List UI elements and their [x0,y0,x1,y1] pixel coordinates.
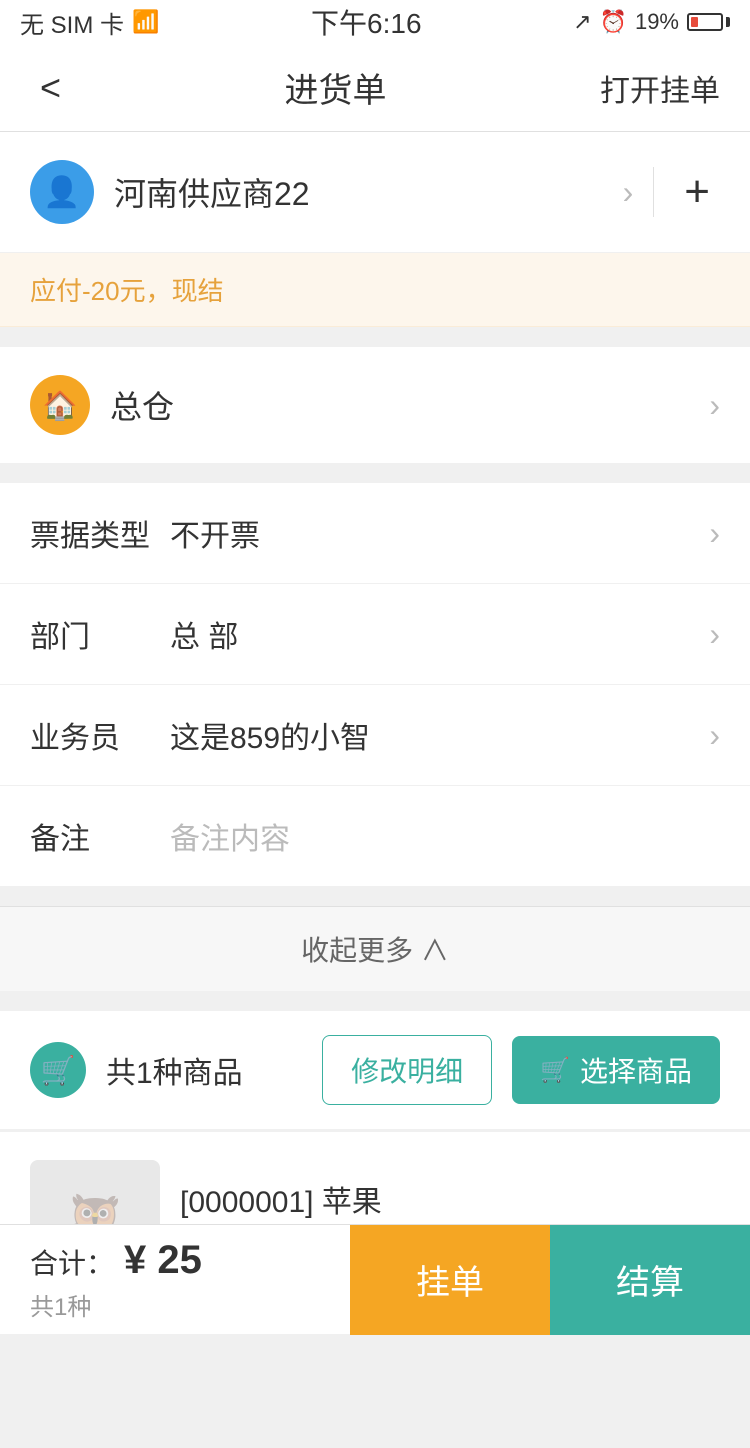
status-carrier: 无 SIM 卡 📶 [20,5,159,40]
edit-detail-button[interactable]: 修改明细 [322,1035,492,1105]
avatar-icon: 👤 [43,175,80,210]
product-icon: 🛒 [30,1042,86,1098]
collapse-label: 收起更多 ∧ [301,935,449,966]
form-section: 票据类型 不开票 › 部门 总 部 › 业务员 这是859的小智 › 备注 备注… [0,483,750,886]
battery-pct: 19% [635,9,679,35]
bottom-padding [0,1318,750,1448]
status-time: 下午6:16 [311,2,422,42]
product-header: 🛒 共1种商品 修改明细 🛒 选择商品 [0,1011,750,1130]
hang-button[interactable]: 挂单 [350,1225,550,1335]
battery-indicator [687,13,730,31]
total-count: 共1种 [30,1287,320,1322]
dept-chevron-icon: › [709,616,720,653]
staff-row[interactable]: 业务员 这是859的小智 › [0,685,750,786]
wifi-icon: 📶 [132,9,159,35]
collapse-toggle[interactable]: 收起更多 ∧ [0,906,750,991]
product-count: 共1种商品 [106,1048,302,1092]
warehouse-name: 总仓 [110,382,699,428]
warehouse-row[interactable]: 🏠 总仓 › [0,347,750,463]
remark-row[interactable]: 备注 备注内容 [0,786,750,886]
supplier-name: 河南供应商22 [114,169,613,215]
notice-text: 应付-20元，现结 [30,276,224,306]
total-amount: ¥ 25 [124,1238,202,1283]
back-button[interactable]: < [30,57,71,119]
status-right: ↗ ⏰ 19% [573,9,730,35]
remark-input[interactable]: 备注内容 [150,814,720,858]
supplier-avatar: 👤 [30,160,94,224]
warehouse-chevron-icon: › [709,387,720,424]
warehouse-icon: 🏠 [30,375,90,435]
cart-icon: 🛒 [41,1054,76,1087]
supplier-chevron-icon: › [623,174,634,211]
invoice-row[interactable]: 票据类型 不开票 › [0,483,750,584]
supplier-row[interactable]: 👤 河南供应商22 › + [0,132,750,253]
dept-row[interactable]: 部门 总 部 › [0,584,750,685]
divider [653,167,654,217]
select-icon: 🛒 [540,1056,570,1085]
total-section: 合计： ¥ 25 共1种 [0,1238,350,1322]
total-label: 合计： ¥ 25 [30,1238,320,1283]
add-button[interactable]: + [674,167,720,217]
staff-label: 业务员 [30,713,150,757]
notice-bar: 应付-20元，现结 [0,253,750,327]
open-hang-button[interactable]: 打开挂单 [600,66,720,110]
product-name: [0000001] 苹果 [180,1177,648,1221]
remark-label: 备注 [30,814,150,858]
dept-label: 部门 [30,612,150,656]
supplier-section: 👤 河南供应商22 › + 应付-20元，现结 [0,132,750,327]
location-icon: ↗ [573,9,591,35]
staff-chevron-icon: › [709,717,720,754]
staff-value: 这是859的小智 [150,713,699,757]
page-title: 进货单 [285,63,387,112]
settle-button[interactable]: 结算 [550,1225,750,1335]
dept-value: 总 部 [150,612,699,656]
house-icon: 🏠 [43,389,78,422]
warehouse-section: 🏠 总仓 › [0,347,750,463]
select-product-button[interactable]: 🛒 选择商品 [512,1036,720,1104]
invoice-value: 不开票 [150,511,699,555]
bottom-bar: 合计： ¥ 25 共1种 挂单 结算 [0,1224,750,1334]
invoice-label: 票据类型 [30,511,150,555]
invoice-chevron-icon: › [709,515,720,552]
status-bar: 无 SIM 卡 📶 下午6:16 ↗ ⏰ 19% [0,0,750,44]
nav-bar: < 进货单 打开挂单 [0,44,750,132]
alarm-icon: ⏰ [600,9,627,35]
